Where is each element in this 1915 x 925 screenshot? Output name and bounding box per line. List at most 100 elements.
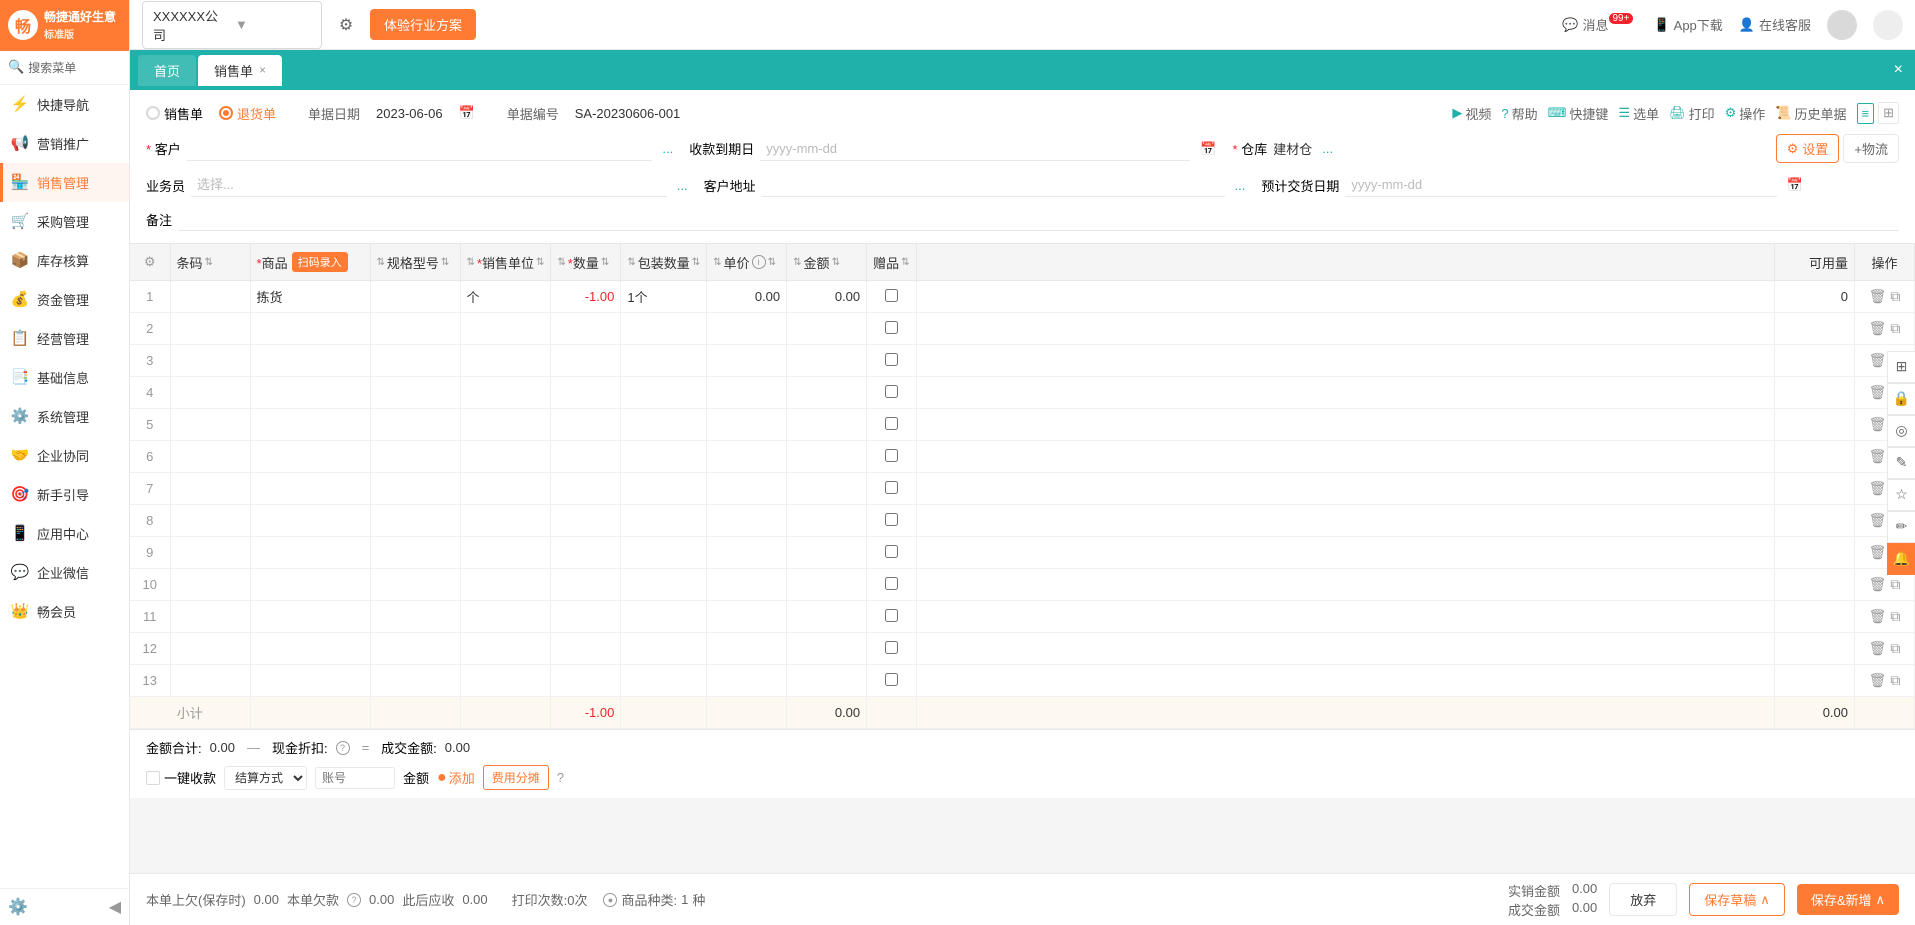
cell-barcode[interactable] <box>170 569 250 601</box>
float-btn-edit[interactable]: ✎ <box>1887 447 1915 479</box>
cell-qty[interactable] <box>551 441 621 473</box>
cell-barcode[interactable] <box>170 633 250 665</box>
cell-price[interactable] <box>707 409 787 441</box>
cell-gift[interactable] <box>867 601 917 633</box>
company-selector[interactable]: XXXXXX公司 ▼ <box>142 1 322 49</box>
cell-goods[interactable] <box>250 601 370 633</box>
sidebar-item-system[interactable]: ⚙️ 系统管理 <box>0 397 129 436</box>
cell-spec[interactable] <box>370 665 460 697</box>
cell-pkg[interactable]: 1个 <box>621 281 707 313</box>
cell-barcode[interactable] <box>170 537 250 569</box>
cell-spec[interactable] <box>370 537 460 569</box>
cell-gift[interactable] <box>867 441 917 473</box>
gift-checkbox[interactable] <box>885 417 898 430</box>
cell-unit[interactable] <box>460 441 551 473</box>
cell-pkg[interactable] <box>621 409 707 441</box>
cell-price[interactable] <box>707 313 787 345</box>
cell-amount[interactable] <box>787 537 867 569</box>
cell-goods[interactable] <box>250 505 370 537</box>
cell-goods[interactable] <box>250 409 370 441</box>
cell-pkg[interactable] <box>621 473 707 505</box>
abandon-btn[interactable]: 放弃 <box>1609 883 1677 916</box>
cell-qty[interactable] <box>551 633 621 665</box>
cash-discount-info-icon[interactable]: ? <box>336 741 350 755</box>
cell-spec[interactable] <box>370 441 460 473</box>
cell-barcode[interactable] <box>170 345 250 377</box>
cell-barcode[interactable] <box>170 601 250 633</box>
sidebar-item-guide[interactable]: 🎯 新手引导 <box>0 475 129 514</box>
sidebar-item-quick-nav[interactable]: ⚡ 快捷导航 <box>0 85 129 124</box>
cell-amount[interactable]: 0.00 <box>787 281 867 313</box>
customer-input[interactable] <box>187 137 653 161</box>
cell-spec[interactable] <box>370 409 460 441</box>
cell-goods[interactable] <box>250 441 370 473</box>
cell-unit[interactable] <box>460 665 551 697</box>
user-avatar[interactable] <box>1827 10 1857 40</box>
message-item[interactable]: 💬 消息 99+ <box>1562 15 1637 34</box>
scan-btn[interactable]: 扫码录入 <box>292 252 348 272</box>
cell-unit[interactable] <box>460 473 551 505</box>
copy-icon[interactable]: ⧉ <box>1890 288 1900 305</box>
topbar-settings-btn[interactable]: ⚙ <box>332 11 360 39</box>
cell-amount[interactable] <box>787 345 867 377</box>
sidebar-item-operation[interactable]: 📋 经营管理 <box>0 319 129 358</box>
tab-home[interactable]: 首页 <box>138 55 196 86</box>
grid-view-icon[interactable]: ⊞ <box>1878 102 1899 124</box>
cell-goods[interactable] <box>250 473 370 505</box>
cell-amount[interactable] <box>787 409 867 441</box>
delete-icon[interactable]: 🗑 <box>1869 544 1887 561</box>
cell-unit[interactable] <box>460 601 551 633</box>
customer-dots[interactable]: ... <box>662 141 673 156</box>
cell-qty[interactable] <box>551 665 621 697</box>
cell-barcode[interactable] <box>170 505 250 537</box>
cell-gift[interactable] <box>867 409 917 441</box>
cell-unit[interactable] <box>460 313 551 345</box>
cell-price[interactable] <box>707 601 787 633</box>
cell-pkg[interactable] <box>621 601 707 633</box>
cell-price[interactable] <box>707 537 787 569</box>
cell-barcode[interactable] <box>170 377 250 409</box>
copy-icon[interactable]: ⧉ <box>1890 608 1900 625</box>
delete-icon[interactable]: 🗑 <box>1869 448 1887 465</box>
toolbar-print[interactable]: 🖨 打印 <box>1669 104 1715 123</box>
cell-unit[interactable] <box>460 377 551 409</box>
cell-unit[interactable] <box>460 409 551 441</box>
cell-amount[interactable] <box>787 665 867 697</box>
float-btn-star[interactable]: ☆ <box>1887 479 1915 511</box>
gift-checkbox[interactable] <box>885 545 898 558</box>
customer-addr-dots[interactable]: ... <box>1235 178 1246 193</box>
sidebar-search-item[interactable]: 🔍 搜索菜单 <box>0 51 129 85</box>
cell-price[interactable] <box>707 473 787 505</box>
cell-amount[interactable] <box>787 505 867 537</box>
sidebar-item-inventory[interactable]: 📦 库存核算 <box>0 241 129 280</box>
cell-qty[interactable] <box>551 409 621 441</box>
cell-goods[interactable] <box>250 377 370 409</box>
footer-help-icon[interactable]: ? <box>557 770 564 785</box>
cell-spec[interactable] <box>370 505 460 537</box>
expected-date-input[interactable] <box>1345 173 1776 197</box>
cell-unit[interactable] <box>460 569 551 601</box>
cell-price[interactable] <box>707 569 787 601</box>
one-click-pay-checkbox[interactable]: 一键收款 <box>146 768 216 787</box>
sidebar-item-wechat[interactable]: 💬 企业微信 <box>0 553 129 592</box>
app-download-item[interactable]: 📱 App下载 <box>1653 15 1722 34</box>
delete-icon[interactable]: 🗑 <box>1869 576 1887 593</box>
toolbar-help[interactable]: ? 帮助 <box>1501 104 1537 123</box>
sidebar-collapse-icon[interactable]: ◀ <box>109 897 121 917</box>
toolbar-shortcut[interactable]: ⌨ 快捷键 <box>1548 104 1609 123</box>
delete-icon[interactable]: 🗑 <box>1869 416 1887 433</box>
cell-amount[interactable] <box>787 569 867 601</box>
cell-goods[interactable] <box>250 633 370 665</box>
toolbar-history[interactable]: 📜 历史单据 <box>1775 104 1846 123</box>
cell-unit[interactable] <box>460 537 551 569</box>
cell-goods[interactable] <box>250 665 370 697</box>
cell-gift[interactable] <box>867 313 917 345</box>
cell-qty[interactable] <box>551 601 621 633</box>
logistics-btn[interactable]: +物流 <box>1843 134 1899 163</box>
gift-checkbox[interactable] <box>885 289 898 302</box>
cell-unit[interactable] <box>460 633 551 665</box>
copy-icon[interactable]: ⧉ <box>1890 640 1900 657</box>
sidebar-settings-icon[interactable]: ⚙️ <box>8 897 28 917</box>
salesperson-dots[interactable]: ... <box>677 178 688 193</box>
cell-spec[interactable] <box>370 345 460 377</box>
